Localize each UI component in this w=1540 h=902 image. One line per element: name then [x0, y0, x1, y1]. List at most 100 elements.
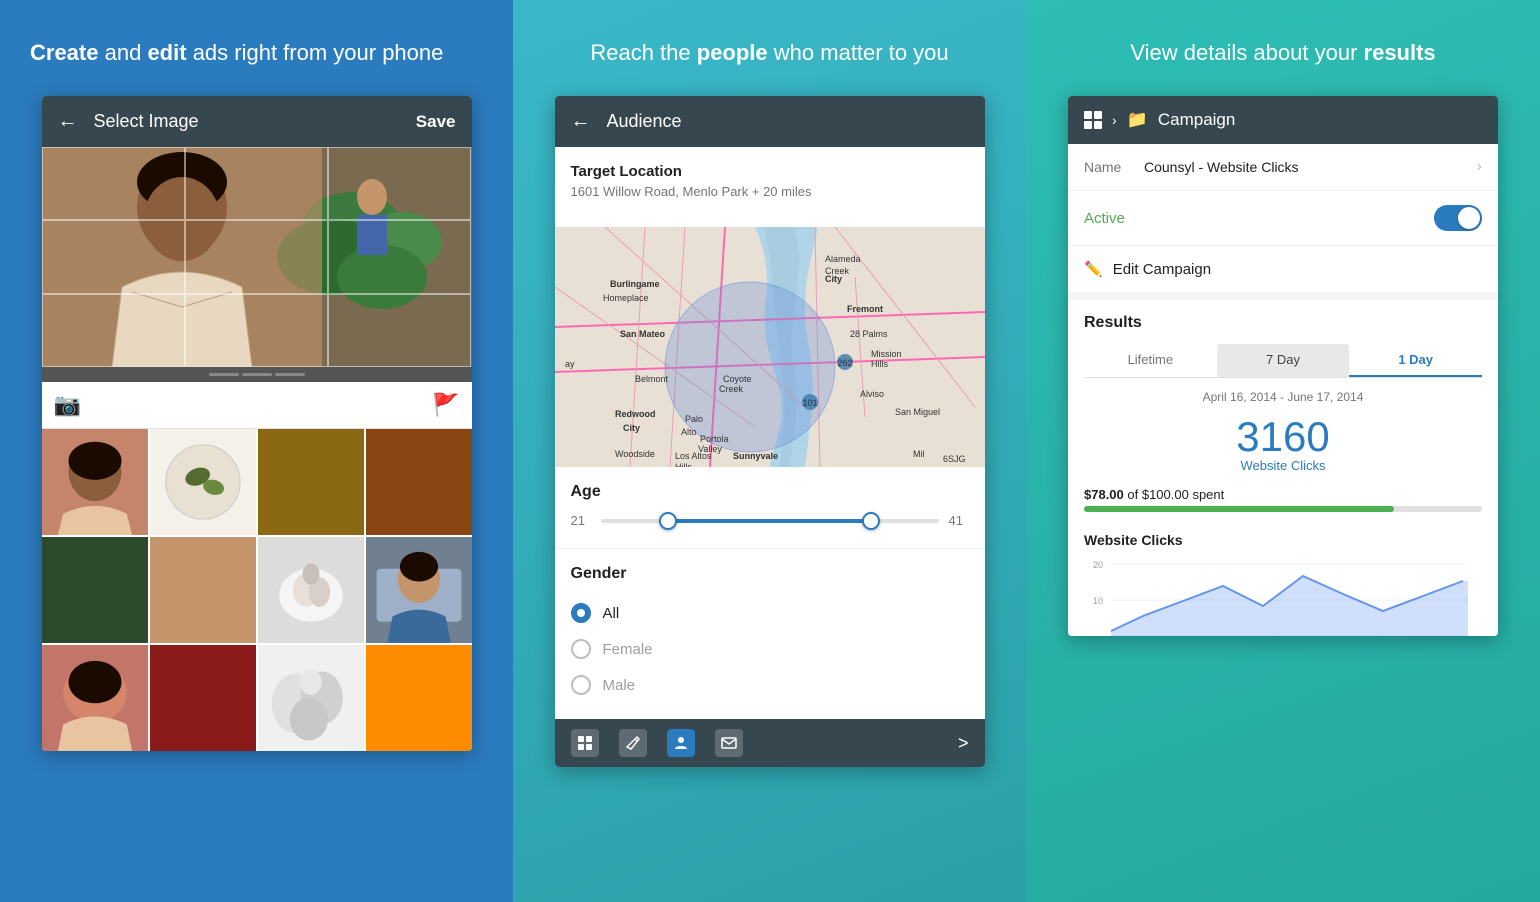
- grid-item-8[interactable]: [366, 537, 472, 643]
- header-grid-icon[interactable]: [1084, 111, 1102, 129]
- results-tabs: Lifetime 7 Day 1 Day: [1084, 344, 1482, 378]
- gender-option-female[interactable]: Female: [571, 631, 969, 667]
- select-image-header: ← Select Image Save: [42, 96, 472, 147]
- svg-text:Redwood: Redwood: [615, 409, 656, 419]
- campaign-name-row: Name Counsyl - Website Clicks ›: [1068, 144, 1498, 191]
- nav-icon-person[interactable]: [667, 729, 695, 757]
- grid-image-3: [258, 429, 364, 535]
- grid-item-7[interactable]: [258, 537, 364, 643]
- tab-1day[interactable]: 1 Day: [1349, 344, 1482, 377]
- svg-text:28 Palms: 28 Palms: [850, 329, 888, 339]
- active-toggle[interactable]: [1434, 205, 1482, 231]
- svg-text:Mil: Mil: [913, 449, 925, 459]
- svg-text:ay: ay: [565, 359, 575, 369]
- grid-item-12[interactable]: [366, 645, 472, 751]
- grid-item-6[interactable]: [150, 537, 256, 643]
- save-button[interactable]: Save: [416, 112, 456, 132]
- panel-audience: Reach the people who matter to you ← Aud…: [513, 0, 1026, 902]
- nav-icon-mail[interactable]: [715, 729, 743, 757]
- grid-item-9[interactable]: [42, 645, 148, 751]
- grid-item-1[interactable]: [42, 429, 148, 535]
- name-value: Counsyl - Website Clicks: [1144, 159, 1477, 175]
- results-section: Results Lifetime 7 Day 1 Day April 16, 2…: [1068, 300, 1498, 512]
- svg-text:Hills: Hills: [675, 462, 692, 467]
- age-slider-thumb-right[interactable]: [862, 512, 880, 530]
- panel-results: View details about your results › 📁 Camp…: [1026, 0, 1540, 902]
- radio-male[interactable]: [571, 675, 591, 695]
- chart-y-mid: 10: [1093, 596, 1103, 606]
- svg-text:Alviso: Alviso: [860, 389, 884, 399]
- grid-item-3[interactable]: [258, 429, 364, 535]
- panel-create-ads: Create and edit ads right from your phon…: [0, 0, 513, 902]
- svg-text:Mission: Mission: [871, 349, 902, 359]
- panel2-title: Reach the people who matter to you: [543, 40, 996, 66]
- radio-female[interactable]: [571, 639, 591, 659]
- svg-text:Fremont: Fremont: [847, 304, 883, 314]
- svg-text:262: 262: [837, 358, 852, 368]
- gender-option-male[interactable]: Male: [571, 667, 969, 703]
- svg-text:Hills: Hills: [871, 359, 888, 369]
- age-slider-thumb-left[interactable]: [659, 512, 677, 530]
- gender-option-all[interactable]: All: [571, 595, 969, 631]
- budget-amount: $78.00: [1084, 487, 1124, 502]
- svg-text:Coyote: Coyote: [723, 374, 752, 384]
- grid-image-11: [258, 645, 364, 751]
- gallery-toolbar: 📷 🚩: [42, 382, 472, 429]
- nav-icon-grid[interactable]: [571, 729, 599, 757]
- name-chevron[interactable]: ›: [1477, 158, 1482, 176]
- header-chevron-icon: ›: [1112, 112, 1117, 128]
- camera-icon[interactable]: 📷: [54, 392, 81, 418]
- campaign-phone-card: › 📁 Campaign Name Counsyl - Website Clic…: [1068, 96, 1498, 636]
- audience-header-title: Audience: [607, 111, 969, 132]
- grid-image-1: [42, 429, 148, 535]
- radio-all[interactable]: [571, 603, 591, 623]
- campaign-detail: Name Counsyl - Website Clicks › Active ✏…: [1068, 144, 1498, 636]
- age-min: 21: [571, 513, 591, 528]
- svg-text:Alameda: Alameda: [825, 254, 861, 264]
- svg-text:Valley: Valley: [698, 444, 722, 454]
- age-max: 41: [949, 513, 969, 528]
- audience-header: ← Audience: [555, 96, 985, 147]
- tab-7day[interactable]: 7 Day: [1217, 344, 1350, 377]
- drag-handle[interactable]: [42, 367, 472, 382]
- map-container[interactable]: 101 262 Burlingame Homeplace San Mateo B…: [555, 227, 985, 467]
- phone-card-1: ← Select Image Save: [42, 96, 472, 751]
- grid-item-2[interactable]: [150, 429, 256, 535]
- audience-back-button[interactable]: ←: [571, 110, 591, 133]
- budget-text: $78.00 of $100.00 spent: [1084, 487, 1482, 502]
- main-photo: [42, 147, 472, 367]
- budget-progress-bg: [1084, 506, 1482, 512]
- panel3-title: View details about your results: [1056, 40, 1510, 66]
- svg-text:Homeplace: Homeplace: [603, 293, 649, 303]
- nav-icon-edit[interactable]: [619, 729, 647, 757]
- svg-text:Creek: Creek: [825, 266, 850, 276]
- budget-progress-fill: [1084, 506, 1394, 512]
- back-button[interactable]: ←: [58, 110, 78, 133]
- grid-image-12: [366, 645, 472, 751]
- main-image-crop[interactable]: [42, 147, 472, 367]
- target-location-section: Target Location 1601 Willow Road, Menlo …: [555, 147, 985, 227]
- svg-text:Alto: Alto: [681, 427, 697, 437]
- name-label: Name: [1084, 159, 1144, 175]
- flag-icon[interactable]: 🚩: [432, 392, 459, 418]
- active-label: Active: [1084, 210, 1434, 227]
- grid-item-5[interactable]: [42, 537, 148, 643]
- grid-item-10[interactable]: [150, 645, 256, 751]
- tab-lifetime[interactable]: Lifetime: [1084, 344, 1217, 377]
- audience-phone-card: ← Audience Target Location 1601 Willow R…: [555, 96, 985, 767]
- gender-female-label: Female: [603, 641, 653, 658]
- edit-campaign-row[interactable]: ✏️ Edit Campaign: [1068, 246, 1498, 300]
- grid-image-9: [42, 645, 148, 751]
- gender-label: Gender: [571, 565, 969, 583]
- nav-next-arrow[interactable]: >: [958, 733, 969, 754]
- grid-image-5: [42, 537, 148, 643]
- grid-item-4[interactable]: [366, 429, 472, 535]
- svg-text:Palo: Palo: [685, 414, 703, 424]
- svg-text:Creek: Creek: [719, 384, 744, 394]
- svg-text:Woodside: Woodside: [615, 449, 655, 459]
- grid-image-4: [366, 429, 472, 535]
- grid-item-11[interactable]: [258, 645, 364, 751]
- age-slider[interactable]: [601, 519, 939, 523]
- gender-section: Gender All Female Male: [555, 548, 985, 719]
- website-clicks-chart: Website Clicks 20 10: [1068, 518, 1498, 636]
